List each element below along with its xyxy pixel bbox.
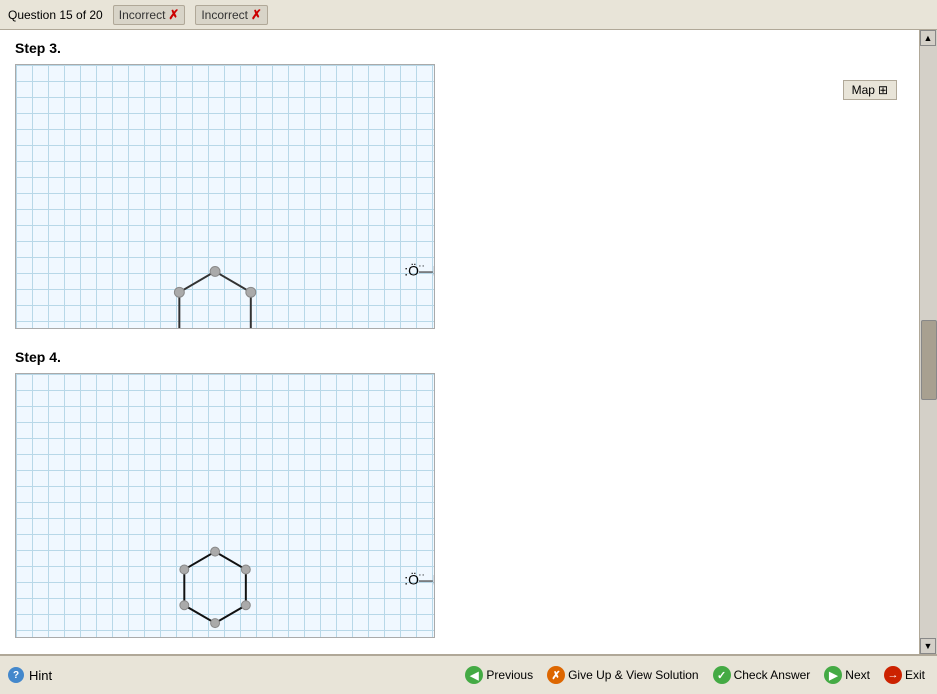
attempt-2-icon: ✗ xyxy=(251,7,262,23)
check-answer-label: Check Answer xyxy=(734,668,811,682)
give-up-icon: ✗ xyxy=(547,666,565,684)
step-3-section: Step 3. :Ö—H ·· xyxy=(15,40,904,329)
main-area: Map ⊞ Step 3. xyxy=(0,30,937,654)
exit-label: Exit xyxy=(905,668,925,682)
previous-button[interactable]: ◀ Previous xyxy=(461,664,537,686)
scroll-down-button[interactable]: ▼ xyxy=(920,638,936,654)
step-4-section: Step 4. :Ö—H ·· xyxy=(15,349,904,638)
hint-icon: ? xyxy=(8,667,24,683)
hint-label[interactable]: Hint xyxy=(29,668,52,683)
give-up-button[interactable]: ✗ Give Up & View Solution xyxy=(543,664,703,686)
step-3-molecule-svg: :Ö—H ·· xyxy=(16,65,434,328)
previous-label: Previous xyxy=(486,668,533,682)
svg-text:··: ·· xyxy=(418,260,425,271)
hint-area: ? Hint xyxy=(8,667,52,683)
check-answer-button[interactable]: ✓ Check Answer xyxy=(709,664,815,686)
attempt-2-label: Incorrect xyxy=(201,8,248,22)
bottom-toolbar: ? Hint ◀ Previous ✗ Give Up & View Solut… xyxy=(0,654,937,694)
attempt-2-badge: Incorrect ✗ xyxy=(195,5,268,25)
top-bar: Question 15 of 20 Incorrect ✗ Incorrect … xyxy=(0,0,937,30)
give-up-label: Give Up & View Solution xyxy=(568,668,699,682)
question-label: Question 15 of 20 xyxy=(8,8,103,22)
attempt-1-badge: Incorrect ✗ xyxy=(113,5,186,25)
step-3-label: Step 3. xyxy=(15,40,904,56)
next-icon: ▶ xyxy=(824,666,842,684)
step-4-label: Step 4. xyxy=(15,349,904,365)
map-label: Map xyxy=(852,83,875,97)
scroll-up-button[interactable]: ▲ xyxy=(920,30,936,46)
attempt-1-icon: ✗ xyxy=(168,7,179,23)
scrollbar-area: ▲ ▼ xyxy=(919,30,937,654)
step-4-molecule-svg: :Ö—H ·· xyxy=(16,374,434,637)
check-answer-icon: ✓ xyxy=(713,666,731,684)
exit-icon: → xyxy=(884,666,902,684)
attempt-1-label: Incorrect xyxy=(119,8,166,22)
next-label: Next xyxy=(845,668,870,682)
scrollbar-thumb[interactable] xyxy=(921,320,937,400)
map-icon: ⊞ xyxy=(878,83,888,97)
step-4-grid[interactable]: :Ö—H ·· xyxy=(15,373,435,638)
next-button[interactable]: ▶ Next xyxy=(820,664,874,686)
exit-button[interactable]: → Exit xyxy=(880,664,929,686)
nav-buttons: ◀ Previous ✗ Give Up & View Solution ✓ C… xyxy=(461,664,929,686)
map-button[interactable]: Map ⊞ xyxy=(843,80,897,100)
step-3-grid[interactable]: :Ö—H ·· xyxy=(15,64,435,329)
previous-icon: ◀ xyxy=(465,666,483,684)
content-panel: Map ⊞ Step 3. xyxy=(0,30,919,654)
svg-text:··: ·· xyxy=(418,569,425,580)
